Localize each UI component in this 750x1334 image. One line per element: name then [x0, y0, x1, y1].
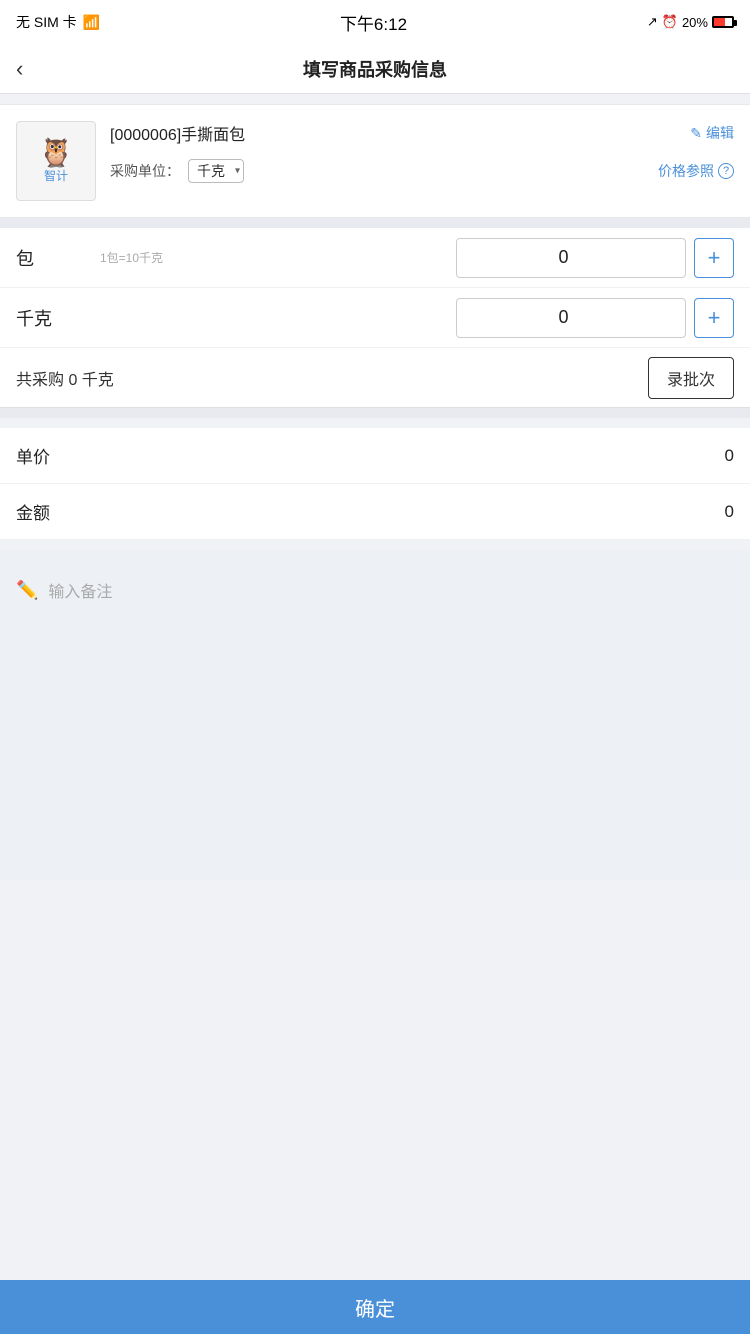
nav-bar: ‹ 填写商品采购信息 [0, 44, 750, 94]
section-divider-1 [0, 218, 750, 228]
amount-label: 金额 [16, 499, 50, 524]
kilogram-label: 千克 [16, 305, 96, 331]
price-ref-button[interactable]: 价格参照 ? [658, 161, 734, 181]
back-button[interactable]: ‹ [16, 56, 23, 82]
price-ref-label: 价格参照 [658, 161, 714, 181]
package-plus-button[interactable]: + [694, 238, 734, 278]
edit-label: 编辑 [706, 123, 734, 143]
kilogram-input[interactable] [456, 298, 686, 338]
product-card: 🦉 智计 [0000006]手撕面包 ✎ 编辑 采购单位： 千克 价格参照 [0, 104, 750, 218]
unit-price-value: 0 [725, 446, 734, 466]
amount-row: 金额 0 [0, 484, 750, 540]
kilogram-row: 千克 + [0, 288, 750, 348]
remark-placeholder: 输入备注 [48, 578, 112, 602]
status-left: 无 SIM 卡 📶 [16, 12, 100, 32]
product-name-row: [0000006]手撕面包 ✎ 编辑 [110, 121, 734, 145]
edit-button[interactable]: ✎ 编辑 [690, 123, 734, 143]
product-logo: 🦉 [39, 139, 74, 167]
batch-button[interactable]: 录批次 [648, 357, 734, 399]
input-section: 包 1包=10千克 + 千克 + [0, 228, 750, 348]
status-time: 下午6:12 [340, 10, 407, 35]
package-row: 包 1包=10千克 + [0, 228, 750, 288]
battery-icon [712, 16, 734, 28]
status-bar: 无 SIM 卡 📶 下午6:12 ↗ ⏰ 20% [0, 0, 750, 44]
unit-price-row: 单价 0 [0, 428, 750, 484]
section-divider-2 [0, 408, 750, 418]
product-name: [0000006]手撕面包 [110, 121, 245, 145]
unit-label: 采购单位： [110, 161, 180, 181]
product-unit-row: 采购单位： 千克 价格参照 ? [110, 159, 734, 183]
battery-percent: 20% [682, 15, 708, 30]
unit-select[interactable]: 千克 [188, 159, 244, 183]
bottom-spacer [0, 630, 750, 880]
info-section: 单价 0 金额 0 [0, 428, 750, 540]
remark-section[interactable]: ✏️ 输入备注 [0, 550, 750, 630]
amount-value: 0 [725, 502, 734, 522]
summary-row: 共采购 0 千克 录批次 [0, 348, 750, 408]
package-input[interactable] [456, 238, 686, 278]
package-label: 包 [16, 245, 96, 271]
product-info: [0000006]手撕面包 ✎ 编辑 采购单位： 千克 价格参照 ? [110, 121, 734, 183]
sim-label: 无 SIM 卡 [16, 12, 77, 32]
summary-text: 共采购 0 千克 [16, 366, 114, 390]
kilogram-plus-button[interactable]: + [694, 298, 734, 338]
confirm-button[interactable]: 确定 [0, 1280, 750, 1334]
wifi-icon: 📶 [83, 14, 100, 31]
unit-select-wrap[interactable]: 千克 [188, 159, 244, 183]
product-logo-sub: 智计 [39, 167, 74, 184]
location-icon: ↗ [647, 14, 658, 30]
page-title: 填写商品采购信息 [303, 56, 447, 82]
help-icon: ? [718, 163, 734, 179]
product-image: 🦉 智计 [16, 121, 96, 201]
status-right: ↗ ⏰ 20% [647, 14, 734, 30]
unit-price-label: 单价 [16, 443, 50, 468]
package-sublabel: 1包=10千克 [100, 249, 163, 266]
edit-icon: ✎ [690, 125, 702, 142]
alarm-icon: ⏰ [662, 14, 678, 30]
pencil-icon: ✏️ [16, 580, 38, 601]
